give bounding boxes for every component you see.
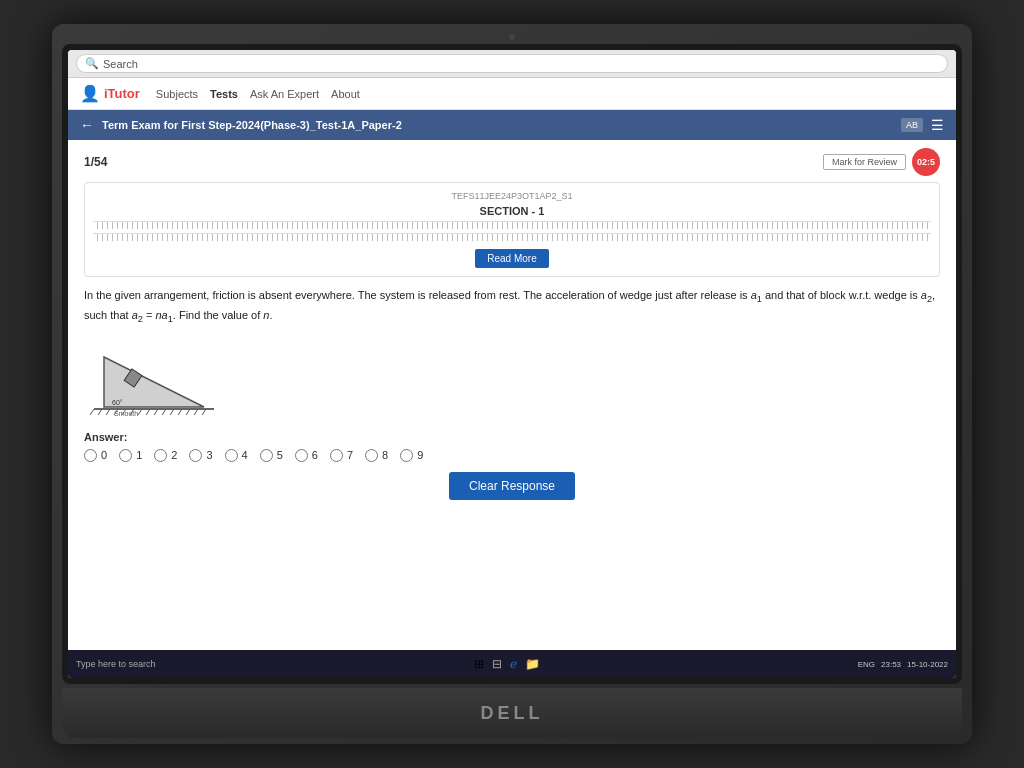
taskbar-time: 23:53 <box>881 660 901 669</box>
laptop-outer: 🔍 Search 👤 iTutor Subjects Tests Ask An … <box>52 24 972 744</box>
read-more-button[interactable]: Read More <box>475 249 548 268</box>
svg-line-15 <box>186 409 190 415</box>
physics-diagram: 60° Smooth <box>84 337 244 417</box>
nav-about[interactable]: About <box>331 88 360 100</box>
svg-line-9 <box>138 409 142 415</box>
browser-bar: 🔍 Search <box>68 50 956 78</box>
radio-8[interactable] <box>365 449 378 462</box>
question-counter-row: 1/54 Mark for Review 02:5 <box>84 148 940 176</box>
taskbar-apps: ⊟ <box>492 657 502 671</box>
back-button[interactable]: ← <box>80 117 94 133</box>
option-2[interactable]: 2 <box>154 449 177 462</box>
laptop-base: DELL <box>62 688 962 738</box>
option-6[interactable]: 6 <box>295 449 318 462</box>
options-row: 0 1 2 3 4 5 <box>84 449 940 462</box>
search-bar[interactable]: 🔍 Search <box>76 54 948 73</box>
itutor-logo: 👤 iTutor <box>80 84 140 103</box>
svg-text:Smooth: Smooth <box>114 410 138 417</box>
section-label: SECTION - 1 <box>93 205 931 217</box>
itutor-brand: iTutor <box>104 86 140 101</box>
screen-bezel: 🔍 Search 👤 iTutor Subjects Tests Ask An … <box>62 44 962 684</box>
dell-logo: DELL <box>481 703 544 724</box>
svg-line-10 <box>146 409 150 415</box>
option-9[interactable]: 9 <box>400 449 423 462</box>
radio-1[interactable] <box>119 449 132 462</box>
radio-3[interactable] <box>189 449 202 462</box>
radio-2[interactable] <box>154 449 167 462</box>
question-text: In the given arrangement, friction is ab… <box>84 287 940 327</box>
taskbar: Type here to search ⊞ ⊟ ℯ 📁 ENG 23:53 15… <box>68 650 956 678</box>
svg-line-5 <box>106 409 110 415</box>
question-area: 1/54 Mark for Review 02:5 TEFS11JEE24P3O… <box>68 140 956 650</box>
itutor-icon: 👤 <box>80 84 100 103</box>
question-counter: 1/54 <box>84 155 107 169</box>
ab-badge: AB <box>901 118 923 132</box>
nav-links: Subjects Tests Ask An Expert About <box>156 88 360 100</box>
svg-line-12 <box>162 409 166 415</box>
taskbar-left: Type here to search <box>76 659 156 669</box>
svg-line-16 <box>194 409 198 415</box>
camera-dot <box>509 34 515 40</box>
taskbar-right: ENG 23:53 15-10-2022 <box>858 660 948 669</box>
diagram-area: 60° Smooth <box>84 337 940 421</box>
svg-line-3 <box>90 409 94 415</box>
option-0[interactable]: 0 <box>84 449 107 462</box>
search-icon: 🔍 <box>85 57 99 70</box>
svg-line-14 <box>178 409 182 415</box>
itutor-nav: 👤 iTutor Subjects Tests Ask An Expert Ab… <box>68 78 956 110</box>
radio-5[interactable] <box>260 449 273 462</box>
wavy-line <box>93 221 931 229</box>
radio-0[interactable] <box>84 449 97 462</box>
option-4[interactable]: 4 <box>225 449 248 462</box>
radio-6[interactable] <box>295 449 308 462</box>
mark-review-button[interactable]: Mark for Review <box>823 154 906 170</box>
exam-title: Term Exam for First Step-2024(Phase-3)_T… <box>102 119 893 131</box>
svg-text:60°: 60° <box>112 399 123 406</box>
windows-icon[interactable]: ⊞ <box>474 657 484 671</box>
option-7[interactable]: 7 <box>330 449 353 462</box>
radio-7[interactable] <box>330 449 343 462</box>
option-8[interactable]: 8 <box>365 449 388 462</box>
timer-display: 02:5 <box>912 148 940 176</box>
section-id: TEFS11JEE24P3OT1AP2_S1 <box>93 191 931 201</box>
svg-line-11 <box>154 409 158 415</box>
folder-icon[interactable]: 📁 <box>525 657 540 671</box>
option-1[interactable]: 1 <box>119 449 142 462</box>
screen: 🔍 Search 👤 iTutor Subjects Tests Ask An … <box>68 50 956 678</box>
option-5[interactable]: 5 <box>260 449 283 462</box>
svg-line-4 <box>98 409 102 415</box>
nav-ask-expert[interactable]: Ask An Expert <box>250 88 319 100</box>
taskbar-date: 15-10-2022 <box>907 660 948 669</box>
windows-search-text[interactable]: Type here to search <box>76 659 156 669</box>
answer-label: Answer: <box>84 431 940 443</box>
section-card: TEFS11JEE24P3OT1AP2_S1 SECTION - 1 Read … <box>84 182 940 277</box>
radio-9[interactable] <box>400 449 413 462</box>
menu-icon[interactable]: ☰ <box>931 117 944 133</box>
svg-line-13 <box>170 409 174 415</box>
edge-icon[interactable]: ℯ <box>510 657 517 671</box>
option-3[interactable]: 3 <box>189 449 212 462</box>
clear-response-button[interactable]: Clear Response <box>449 472 575 500</box>
exam-header: ← Term Exam for First Step-2024(Phase-3)… <box>68 110 956 140</box>
search-placeholder-text: Search <box>103 58 138 70</box>
nav-tests[interactable]: Tests <box>210 88 238 100</box>
taskbar-lang: ENG <box>858 660 875 669</box>
wavy-line-2 <box>93 233 931 241</box>
nav-subjects[interactable]: Subjects <box>156 88 198 100</box>
svg-line-17 <box>202 409 206 415</box>
radio-4[interactable] <box>225 449 238 462</box>
